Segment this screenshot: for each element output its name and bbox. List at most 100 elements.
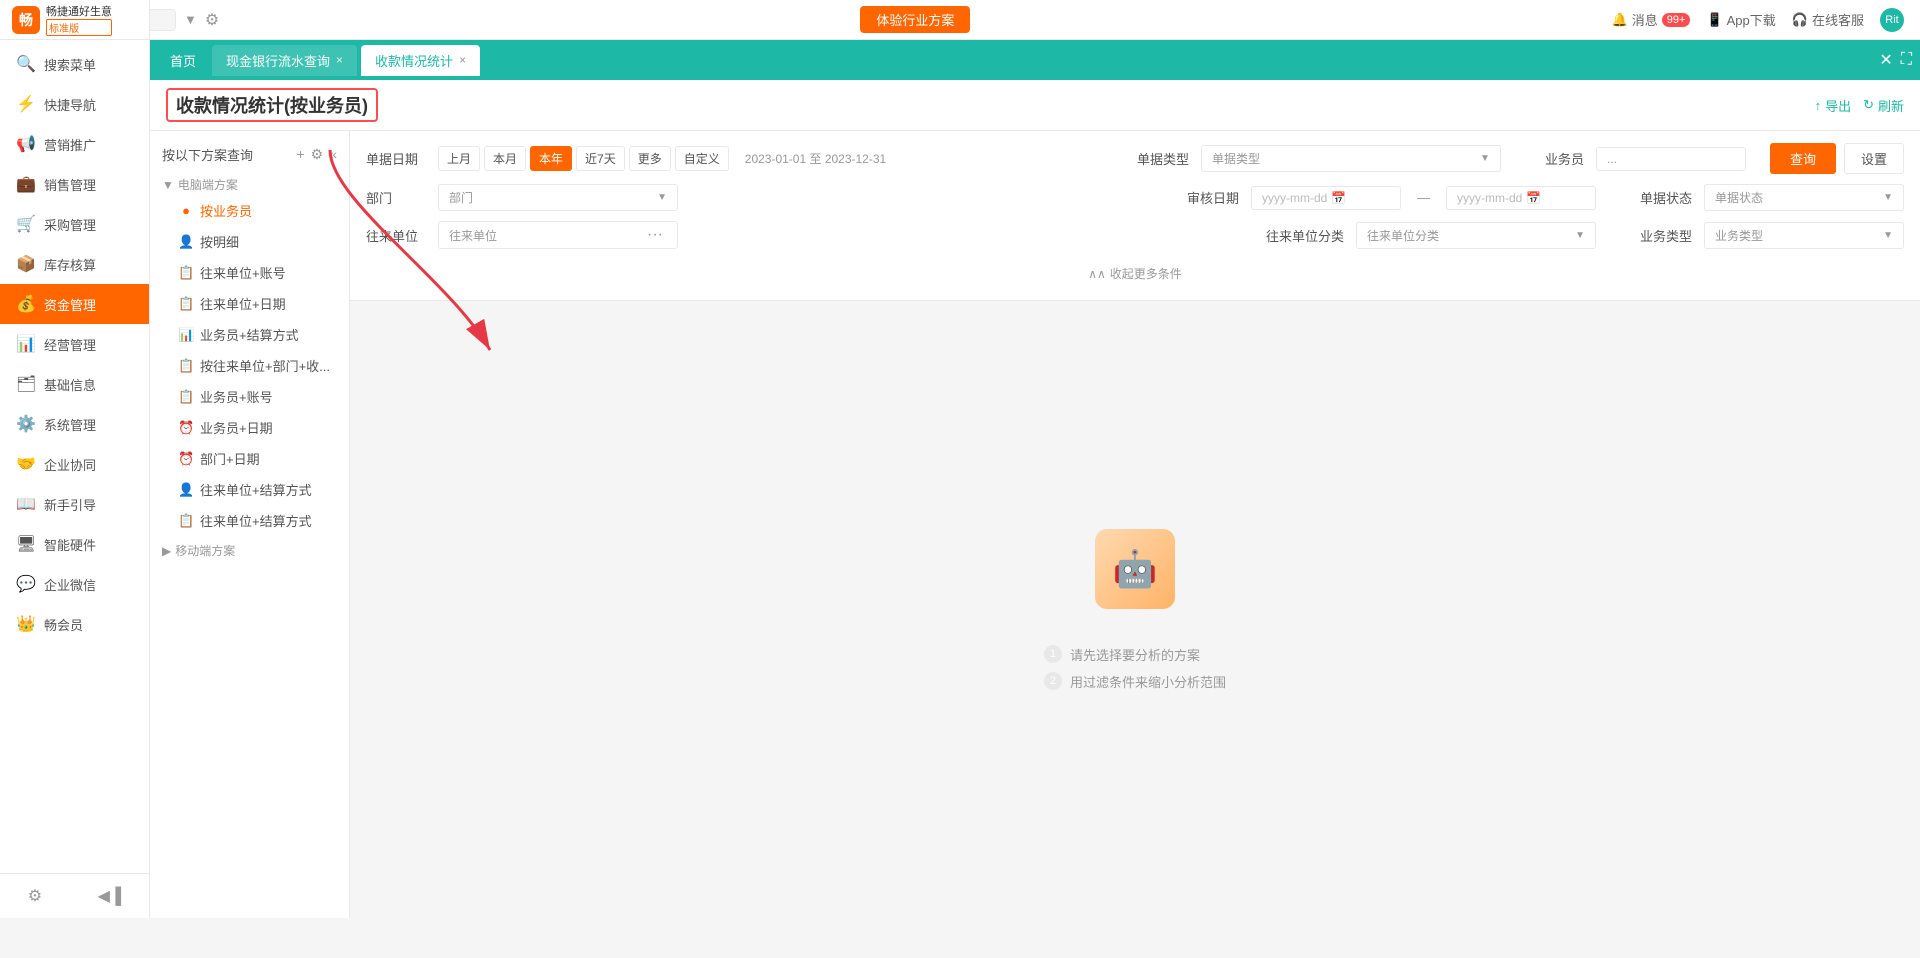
doc-status-select[interactable]: 单据状态 ▼ (1704, 184, 1904, 211)
version-tag: 标准版 (46, 19, 112, 36)
online-service-button[interactable]: 🎧 在线客服 (1792, 10, 1864, 29)
sidebar-collapse-btn[interactable]: ◀▐ (90, 882, 130, 910)
sidebar-label-inventory: 库存核算 (44, 255, 96, 274)
doc-type-label: 单据类型 (1137, 149, 1189, 168)
review-start-placeholder: yyyy-mm-dd (1262, 191, 1327, 205)
sidebar-item-basic[interactable]: 🗂 基础信息 (0, 364, 149, 404)
tree-item-dept-date[interactable]: ⏰ 部门+日期 (150, 443, 349, 474)
messages-badge: 99+ (1662, 13, 1691, 27)
collapse-filter-btn[interactable]: ∧∧ 收起更多条件 (366, 259, 1904, 288)
tree-item-partner-payment2[interactable]: 📋 往来单位+结算方式 (150, 505, 349, 536)
date-last-month[interactable]: 上月 (438, 146, 480, 171)
user-profile[interactable]: Rit (1880, 8, 1904, 32)
tree-item-salesperson-date[interactable]: ⏰ 业务员+日期 (150, 412, 349, 443)
filter-row-1: 单据日期 上月 本月 本年 近7天 更多 自定义 2023-01-01 至 20… (366, 143, 1904, 174)
trial-button[interactable]: 体验行业方案 (860, 6, 970, 33)
scheme-settings-button[interactable]: ⚙ (311, 146, 324, 163)
sidebar-item-enterprise[interactable]: 🤝 企业协同 (0, 444, 149, 484)
date-this-month[interactable]: 本月 (484, 146, 526, 171)
salesperson-icon: ● (178, 203, 194, 218)
member-icon: 👑 (16, 614, 36, 634)
dept-select[interactable]: 部门 ▼ (438, 184, 678, 211)
sidebar-item-inventory[interactable]: 📦 库存核算 (0, 244, 149, 284)
tab-bank[interactable]: 现金银行流水查询 × (212, 45, 357, 76)
sidebar-item-system[interactable]: ⚙️ 系统管理 (0, 404, 149, 444)
tab-bank-close[interactable]: × (336, 53, 343, 67)
sidebar-label-operations: 经营管理 (44, 335, 96, 354)
sidebar-item-wechat[interactable]: 💬 企业微信 (0, 564, 149, 604)
tab-close-all[interactable]: ✕ (1879, 50, 1892, 70)
tree-item-partner-date[interactable]: 📋 往来单位+日期 (150, 288, 349, 319)
settings-button[interactable]: 设置 (1844, 143, 1904, 174)
tree-item-partner-dept-receipt[interactable]: 📋 按往来单位+部门+收... (150, 350, 349, 381)
detail-icon: 👤 (178, 234, 194, 250)
tree-mobile-expand-icon[interactable]: ▶ (162, 544, 171, 558)
sidebar-item-finance[interactable]: 💰 资金管理 (0, 284, 149, 324)
tree-item-salesperson[interactable]: ● 按业务员 (150, 195, 349, 226)
date-more[interactable]: 更多 (629, 146, 671, 171)
tab-expand[interactable]: ⛶ (1901, 51, 1912, 69)
date-custom[interactable]: 自定义 (675, 146, 729, 171)
tree-item-salesperson-account[interactable]: 📋 业务员+账号 (150, 381, 349, 412)
tab-receipt-close[interactable]: × (459, 53, 466, 67)
sidebar-label-purchase: 采购管理 (44, 215, 96, 234)
sidebar-item-marketing[interactable]: 📢 营销推广 (0, 124, 149, 164)
salesperson-label: 业务员 (1545, 149, 1584, 168)
sidebar-settings-btn[interactable]: ⚙ (20, 882, 50, 910)
tree-collapse-icon[interactable]: ▼ (162, 178, 174, 192)
tree-item-partner-account[interactable]: 📋 往来单位+账号 (150, 257, 349, 288)
hint-1-num: 1 (1044, 645, 1062, 663)
refresh-button[interactable]: ↻ 刷新 (1863, 96, 1904, 115)
marketing-icon: 📢 (16, 134, 36, 154)
refresh-icon: ↻ (1863, 97, 1874, 113)
tab-home[interactable]: 首页 (158, 45, 208, 76)
search-nav-icon: 🔍 (16, 54, 36, 74)
tree-item-salesperson-payment[interactable]: 📊 业务员+结算方式 (150, 319, 349, 350)
content-body: 按以下方案查询 + ⚙ « ▼ 电脑端方案 ● 按业务员 (150, 131, 1920, 918)
dropdown-icon[interactable]: ▼ (184, 12, 197, 27)
tree-mobile-group: ▶ 移动端方案 (150, 536, 349, 561)
logo-icon: 畅 (12, 6, 40, 34)
salesperson-select[interactable]: ... (1596, 147, 1746, 171)
left-panel-title: 按以下方案查询 (162, 145, 253, 164)
sidebar-label-enterprise: 企业协同 (44, 455, 96, 474)
doc-type-select[interactable]: 单据类型 ▼ (1201, 145, 1501, 172)
app-download-button[interactable]: 📱 App下载 (1706, 10, 1775, 29)
sidebar-item-quick[interactable]: ⚡ 快捷导航 (0, 84, 149, 124)
sidebar-item-guide[interactable]: 📖 新手引导 (0, 484, 149, 524)
biz-type-select[interactable]: 业务类型 ▼ (1704, 222, 1904, 249)
dept-placeholder: 部门 (449, 189, 473, 206)
sidebar-item-search[interactable]: 🔍 搜索菜单 (0, 44, 149, 84)
review-date-end[interactable]: yyyy-mm-dd 📅 (1446, 186, 1596, 210)
tree-item-partner-payment1[interactable]: 👤 往来单位+结算方式 (150, 474, 349, 505)
tree-desktop-group: ▼ 电脑端方案 (150, 170, 349, 195)
partner-account-icon: 📋 (178, 265, 194, 281)
sidebar-nav: 🔍 搜索菜单 ⚡ 快捷导航 📢 营销推广 💼 销售管理 🛒 采购管理 📦 库存核… (0, 40, 149, 873)
sidebar-item-operations[interactable]: 📊 经营管理 (0, 324, 149, 364)
dd-icon: ⏰ (178, 451, 194, 467)
messages-button[interactable]: 🔔 消息 99+ (1612, 10, 1691, 29)
date-last-7[interactable]: 近7天 (576, 146, 625, 171)
add-scheme-button[interactable]: + (296, 146, 304, 163)
date-this-year[interactable]: 本年 (530, 146, 572, 171)
page-header-actions: ↑ 导出 ↻ 刷新 (1815, 96, 1904, 115)
sidebar-item-sales[interactable]: 💼 销售管理 (0, 164, 149, 204)
tree-item-detail[interactable]: 👤 按明细 (150, 226, 349, 257)
pp1-icon: 👤 (178, 482, 194, 498)
guide-icon: 📖 (16, 494, 36, 514)
query-button[interactable]: 查询 (1770, 143, 1836, 174)
review-date-start[interactable]: yyyy-mm-dd 📅 (1251, 186, 1401, 210)
sidebar-item-member[interactable]: 👑 畅会员 (0, 604, 149, 644)
hint-1-text: 请先选择要分析的方案 (1070, 645, 1200, 664)
partner-cat-select[interactable]: 往来单位分类 ▼ (1356, 222, 1596, 249)
export-button[interactable]: ↑ 导出 (1815, 96, 1852, 115)
pp2-icon: 📋 (178, 513, 194, 529)
gear-icon[interactable]: ⚙ (205, 10, 219, 30)
sidebar-item-purchase[interactable]: 🛒 采购管理 (0, 204, 149, 244)
tab-receipt[interactable]: 收款情况统计 × (361, 45, 480, 76)
quick-nav-icon: ⚡ (16, 94, 36, 114)
sidebar-item-hardware[interactable]: 🖥 智能硬件 (0, 524, 149, 564)
collapse-panel-button[interactable]: « (329, 146, 337, 163)
partner-select[interactable]: 往来单位 ··· (438, 221, 678, 249)
dept-chevron-icon: ▼ (657, 192, 667, 203)
